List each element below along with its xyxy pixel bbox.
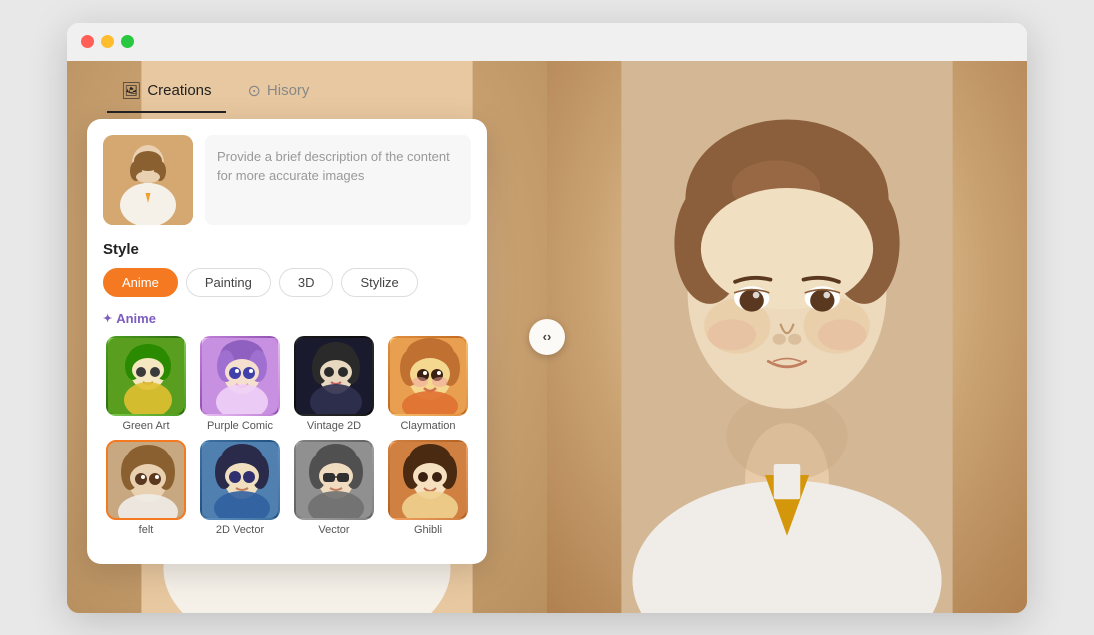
title-bar xyxy=(67,23,1027,61)
history-icon: ⊙ xyxy=(248,81,261,101)
style-name-green-art: Green Art xyxy=(122,420,169,432)
style-btn-3d[interactable]: 3D xyxy=(279,268,334,297)
browser-content: ‹› 🖼 Creations ⊙ Hisory xyxy=(67,61,1027,613)
style-thumb-purple-comic xyxy=(200,336,280,416)
style-item-felt[interactable]: felt xyxy=(103,440,189,536)
style-item-purple-comic[interactable]: Purple Comic xyxy=(197,336,283,432)
tab-creations[interactable]: 🖼 Creations xyxy=(107,71,226,113)
style-item-ghibli[interactable]: Ghibli xyxy=(385,440,471,536)
style-name-vintage-2d: Vintage 2D xyxy=(307,420,361,432)
close-button[interactable] xyxy=(81,35,94,48)
style-btn-stylize[interactable]: Stylize xyxy=(341,268,417,297)
style-thumb-vintage-2d xyxy=(294,336,374,416)
style-thumb-2d-vector xyxy=(200,440,280,520)
style-grid: Green Art xyxy=(103,336,471,536)
style-thumb-felt xyxy=(106,440,186,520)
style-name-vector: Vector xyxy=(318,524,349,536)
maximize-button[interactable] xyxy=(121,35,134,48)
style-btn-painting[interactable]: Painting xyxy=(186,268,271,297)
panel-card: Provide a brief description of the conte… xyxy=(87,119,487,564)
image-right xyxy=(547,61,1027,613)
style-btn-anime[interactable]: Anime xyxy=(103,268,178,297)
preview-avatar xyxy=(103,135,193,225)
creations-icon: 🖼 xyxy=(121,81,141,101)
style-thumb-ghibli xyxy=(388,440,468,520)
style-item-vintage-2d[interactable]: Vintage 2D xyxy=(291,336,377,432)
style-label: Style xyxy=(103,241,471,258)
minimize-button[interactable] xyxy=(101,35,114,48)
style-item-green-art[interactable]: Green Art xyxy=(103,336,189,432)
tab-creations-label: Creations xyxy=(147,82,211,99)
tab-history-label: Hisory xyxy=(267,82,310,99)
style-thumb-claymation xyxy=(388,336,468,416)
browser-window: ‹› 🖼 Creations ⊙ Hisory xyxy=(67,23,1027,613)
style-name-claymation: Claymation xyxy=(400,420,455,432)
style-name-ghibli: Ghibli xyxy=(414,524,442,536)
upload-row: Provide a brief description of the conte… xyxy=(103,135,471,225)
image-slider-button[interactable]: ‹› xyxy=(529,319,565,355)
style-item-2d-vector[interactable]: 2D Vector xyxy=(197,440,283,536)
style-name-felt: felt xyxy=(139,524,154,536)
description-textbox[interactable]: Provide a brief description of the conte… xyxy=(205,135,471,225)
anime-sublabel: Anime xyxy=(103,311,471,326)
tab-history[interactable]: ⊙ Hisory xyxy=(234,71,324,113)
style-name-2d-vector: 2D Vector xyxy=(216,524,264,536)
description-placeholder: Provide a brief description of the conte… xyxy=(217,147,459,186)
style-item-claymation[interactable]: Claymation xyxy=(385,336,471,432)
style-buttons: Anime Painting 3D Stylize xyxy=(103,268,471,297)
render-3d xyxy=(547,61,1027,613)
style-thumb-vector xyxy=(294,440,374,520)
style-thumb-green-art xyxy=(106,336,186,416)
tabs-bar: 🖼 Creations ⊙ Hisory xyxy=(67,61,1027,113)
style-section: Style Anime Painting 3D Stylize Anime xyxy=(103,241,471,536)
upload-preview[interactable] xyxy=(103,135,193,225)
style-item-vector[interactable]: Vector xyxy=(291,440,377,536)
slider-icon: ‹› xyxy=(543,329,552,344)
style-name-purple-comic: Purple Comic xyxy=(207,420,273,432)
